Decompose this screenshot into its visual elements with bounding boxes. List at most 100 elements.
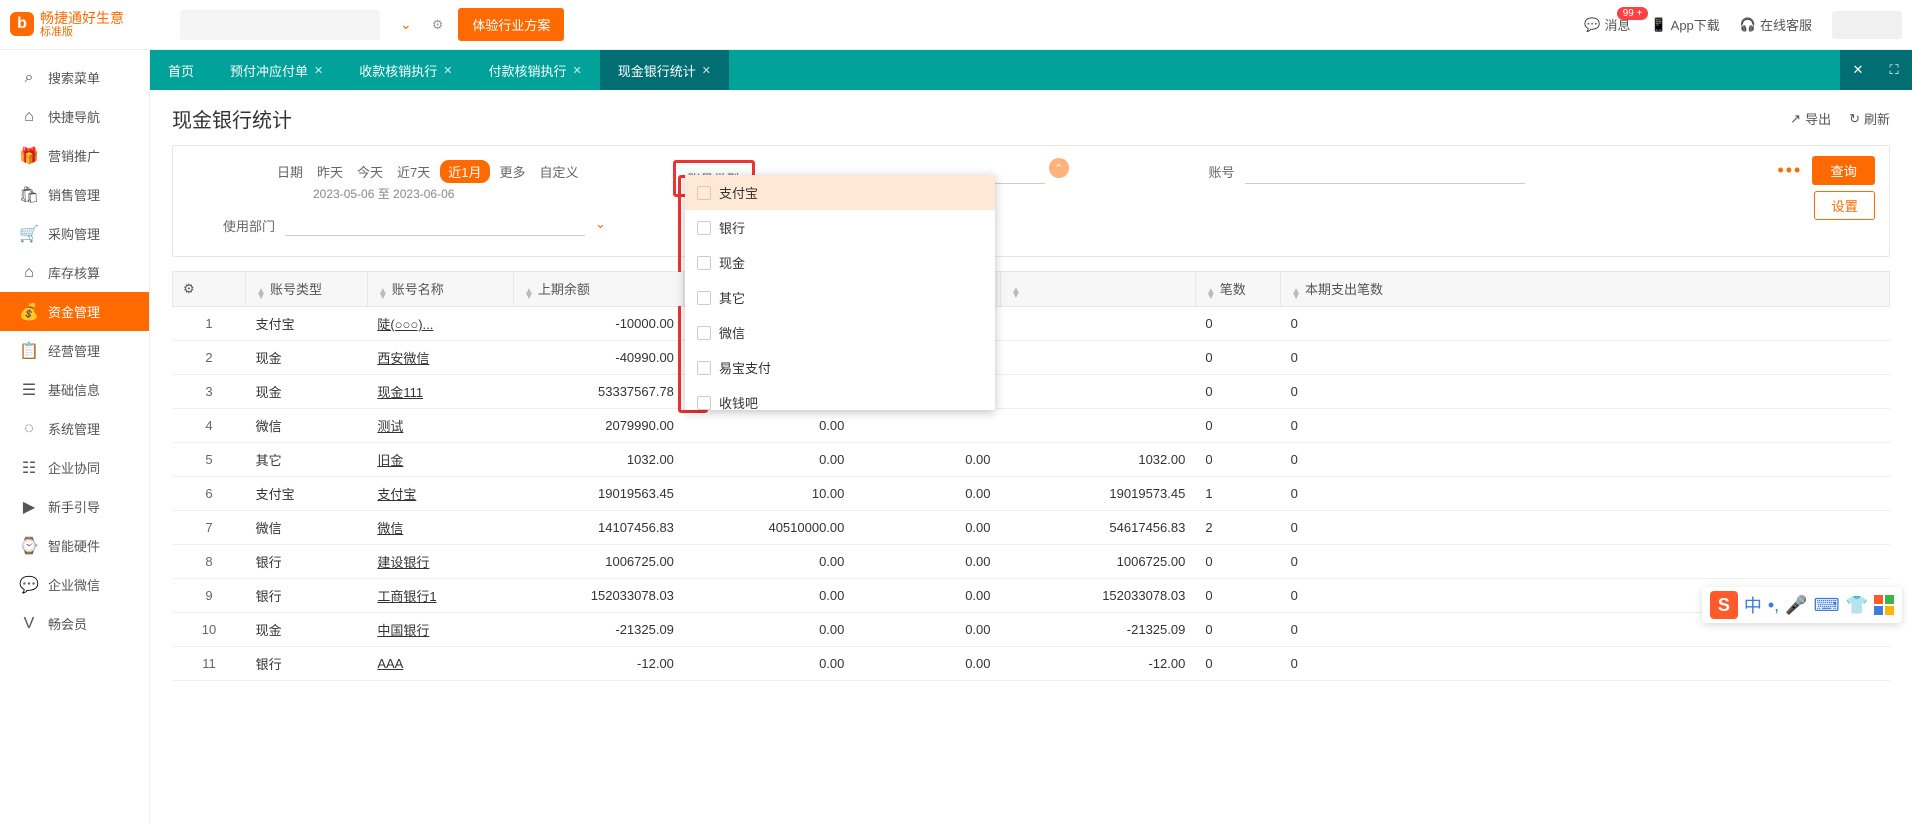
- ime-punct-icon[interactable]: •,: [1768, 595, 1779, 616]
- avatar[interactable]: [1832, 11, 1902, 39]
- dropdown-item[interactable]: 微信: [685, 315, 995, 350]
- acct-name-link[interactable]: AAA: [377, 656, 403, 671]
- acct-name-cell: 现金111: [367, 375, 513, 409]
- table-settings-icon[interactable]: ⚙: [173, 272, 246, 307]
- checkbox[interactable]: [697, 221, 711, 235]
- col6-cell: [1001, 409, 1196, 443]
- acct-name-link[interactable]: 建设银行: [377, 555, 429, 570]
- sidebar-icon: 💬: [20, 576, 38, 594]
- acct-name-link[interactable]: 工商银行1: [377, 589, 436, 604]
- app-download-link[interactable]: 📱 App下载: [1650, 15, 1719, 34]
- close-icon[interactable]: ✕: [443, 64, 452, 77]
- sidebar-item[interactable]: 🎁营销推广: [0, 136, 149, 175]
- checkbox[interactable]: [697, 396, 711, 410]
- fullscreen-icon[interactable]: ⛶: [1876, 50, 1912, 90]
- sidebar-item[interactable]: ⌕搜索菜单: [0, 58, 149, 97]
- acct-name-link[interactable]: 旧金: [377, 453, 403, 468]
- tab[interactable]: 现金银行统计✕: [600, 50, 729, 90]
- acct-name-cell: 建设银行: [367, 545, 513, 579]
- date-chip[interactable]: 近7天: [393, 160, 434, 183]
- checkbox[interactable]: [697, 326, 711, 340]
- service-link[interactable]: 🎧 在线客服: [1740, 15, 1812, 34]
- dropdown-item-label: 微信: [719, 323, 745, 342]
- dept-select[interactable]: [285, 212, 585, 236]
- chevron-down-icon[interactable]: ⌄: [595, 216, 606, 232]
- tab[interactable]: 预付冲应付单 ✕: [212, 50, 341, 90]
- gear-icon[interactable]: ⚙: [432, 17, 444, 33]
- tabs: 首页预付冲应付单✕收款核销执行✕付款核销执行✕现金银行统计✕ ✕ ⛶: [150, 50, 1912, 90]
- ime-keyboard-icon[interactable]: ⌨: [1814, 595, 1840, 616]
- close-icon[interactable]: ✕: [314, 64, 323, 77]
- acct-name-link[interactable]: 中国银行: [377, 623, 429, 638]
- prev-balance-cell: -12.00: [513, 647, 683, 681]
- settings-button[interactable]: 设置: [1814, 191, 1875, 220]
- acct-name-link[interactable]: 微信: [377, 521, 403, 536]
- app-download-label: App下载: [1671, 15, 1720, 34]
- sidebar-item[interactable]: ◌系统管理: [0, 409, 149, 448]
- collapse-toggle-icon[interactable]: ⌃: [1049, 158, 1069, 178]
- tab[interactable]: 首页: [150, 50, 212, 90]
- org-selector[interactable]: [180, 10, 380, 40]
- sidebar-item[interactable]: 🛒采购管理: [0, 214, 149, 253]
- sidebar-item[interactable]: ▶新手引导: [0, 487, 149, 526]
- sidebar-item[interactable]: 📋经营管理: [0, 331, 149, 370]
- checkbox[interactable]: [697, 186, 711, 200]
- date-chip[interactable]: 近1月: [440, 160, 489, 183]
- sidebar-item[interactable]: ☷企业协同: [0, 448, 149, 487]
- acct-name-link[interactable]: 陡(○○○)...: [377, 317, 433, 332]
- headset-icon: 🎧: [1740, 17, 1756, 33]
- column-header[interactable]: ▲▼本期支出笔数: [1281, 272, 1890, 307]
- ime-grid-icon[interactable]: [1874, 595, 1894, 615]
- experience-button[interactable]: 体验行业方案: [458, 8, 564, 41]
- ime-skin-icon[interactable]: 👕: [1846, 595, 1868, 616]
- dropdown-item[interactable]: 易宝支付: [685, 350, 995, 385]
- tab[interactable]: 收款核销执行✕: [341, 50, 470, 90]
- column-header[interactable]: ▲▼: [1001, 272, 1196, 307]
- tab[interactable]: 付款核销执行✕: [470, 50, 599, 90]
- dropdown-item[interactable]: 收钱吧: [685, 385, 995, 410]
- sidebar-item[interactable]: ⌚智能硬件: [0, 526, 149, 565]
- refresh-button[interactable]: ↻刷新: [1849, 109, 1890, 128]
- messages-link[interactable]: 💬 消息 99 +: [1584, 15, 1630, 34]
- column-header[interactable]: ▲▼账号名称: [367, 272, 513, 307]
- acct-name-link[interactable]: 支付宝: [377, 487, 416, 502]
- checkbox[interactable]: [697, 291, 711, 305]
- close-icon[interactable]: ✕: [573, 64, 582, 77]
- column-header[interactable]: ▲▼笔数: [1195, 272, 1280, 307]
- date-chip[interactable]: 自定义: [536, 160, 583, 183]
- sidebar-item[interactable]: ⌂库存核算: [0, 253, 149, 292]
- sidebar-item[interactable]: ⌂快捷导航: [0, 97, 149, 136]
- query-button[interactable]: 查询: [1812, 156, 1875, 185]
- dropdown-item-label: 收钱吧: [719, 393, 758, 410]
- dropdown-item[interactable]: 银行: [685, 210, 995, 245]
- acct-name-link[interactable]: 西安微信: [377, 351, 429, 366]
- checkbox[interactable]: [697, 256, 711, 270]
- account-input[interactable]: [1245, 160, 1525, 184]
- dropdown-item[interactable]: 现金: [685, 245, 995, 280]
- column-header[interactable]: ▲▼账号类型: [246, 272, 368, 307]
- export-button[interactable]: ↗导出: [1790, 109, 1831, 128]
- ime-logo-icon[interactable]: S: [1710, 591, 1738, 619]
- date-chip[interactable]: 昨天: [313, 160, 347, 183]
- sidebar-item[interactable]: 💬企业微信: [0, 565, 149, 604]
- ime-mic-icon[interactable]: 🎤: [1785, 595, 1807, 616]
- acct-name-link[interactable]: 测试: [377, 419, 403, 434]
- column-header[interactable]: ▲▼上期余额: [513, 272, 683, 307]
- sidebar-item[interactable]: V畅会员: [0, 604, 149, 643]
- ime-lang[interactable]: 中: [1744, 592, 1762, 618]
- dropdown-item[interactable]: 支付宝: [685, 175, 995, 210]
- sidebar-item[interactable]: 💰资金管理: [0, 292, 149, 331]
- chevron-down-icon[interactable]: ⌄: [400, 16, 412, 33]
- row-number: 1: [173, 307, 246, 341]
- close-all-tabs-icon[interactable]: ✕: [1840, 50, 1876, 90]
- date-chip[interactable]: 今天: [353, 160, 387, 183]
- more-dots-icon[interactable]: •••: [1777, 160, 1802, 181]
- tab-label: 预付冲应付单: [230, 61, 308, 80]
- date-chip[interactable]: 更多: [496, 160, 530, 183]
- sidebar-item[interactable]: ☰基础信息: [0, 370, 149, 409]
- dropdown-item[interactable]: 其它: [685, 280, 995, 315]
- checkbox[interactable]: [697, 361, 711, 375]
- sidebar-item[interactable]: 🛍销售管理: [0, 175, 149, 214]
- acct-name-link[interactable]: 现金111: [377, 385, 423, 400]
- close-icon[interactable]: ✕: [702, 64, 711, 77]
